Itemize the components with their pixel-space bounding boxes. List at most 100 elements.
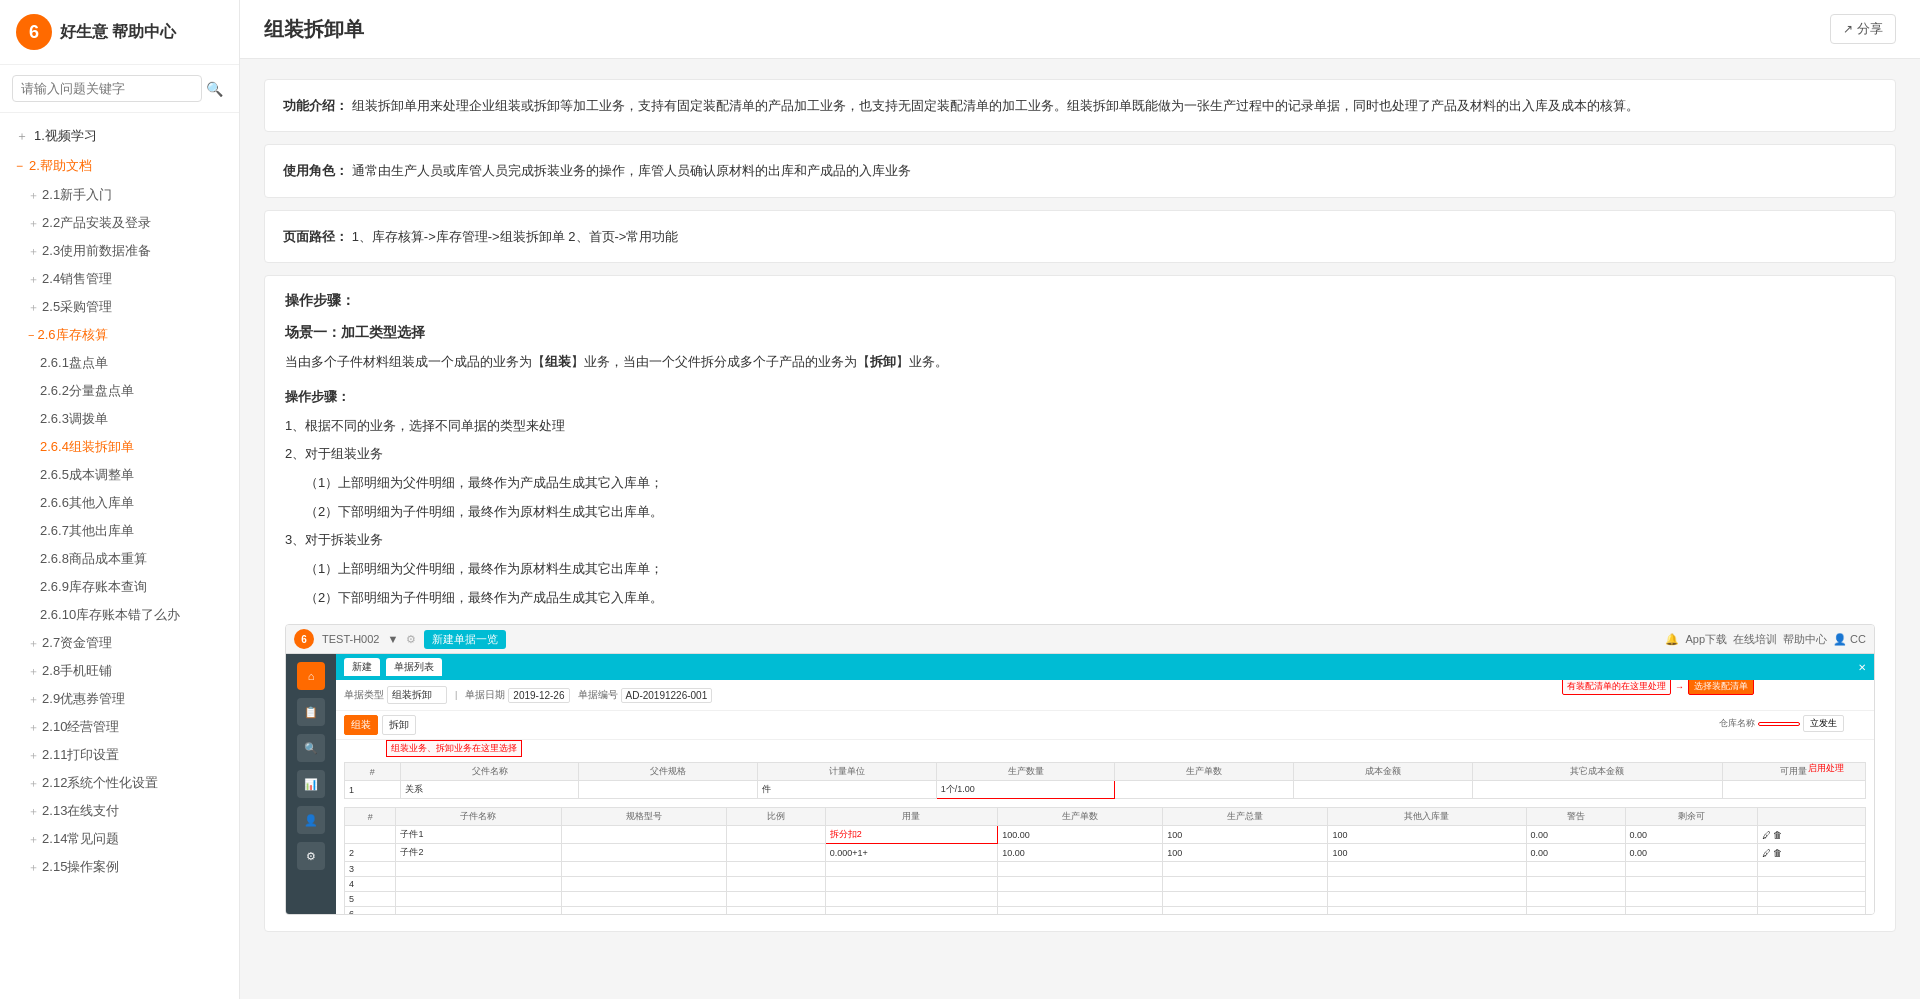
step3-sub1: （1）上部明细为父件明细，最终作为原材料生成其它出库单； （2）下部明细为子件明… [285,557,1875,610]
table-row: 1 关系 件 1个/1.00 [345,781,1866,799]
nav-sub-sub-list-inventory: 2.6.1盘点单 2.6.2分量盘点单 2.6.3调拨单 2.6.4组装拆卸单 … [0,349,239,629]
sidebar-item-dataprep[interactable]: ＋ 2.3使用前数据准备 [0,237,239,265]
sc-new-btn[interactable]: 新建单据一览 [424,630,506,649]
step1: 1、根据不同的业务，选择不同单据的类型来处理 [285,414,1875,439]
sidebar-item-268[interactable]: 2.6.8商品成本重算 [0,545,239,573]
plus-icon-small5: ＋ [28,301,42,313]
sidebar-item-2610[interactable]: 2.6.10库存账本错了么办 [0,601,239,629]
sc-confirm-btn[interactable]: 立发生 [1803,715,1844,732]
topbar: 组装拆卸单 ↗ 分享 [240,0,1920,59]
main-area: 组装拆卸单 ↗ 分享 功能介绍： 组装拆卸单用来处理企业组装或拆卸等加工业务，支… [240,0,1920,999]
sc-type-value: 组装拆卸 [387,686,447,704]
step2: 2、对于组装业务 [285,442,1875,467]
plus-icon-small4: ＋ [28,273,42,285]
sc-warehouse-input[interactable] [1758,722,1800,726]
sc-form-row1: 单据类型 组装拆卸 | 单据日期 2019-12-26 单据编号 [336,680,1874,711]
sc-sidebar-icon-user: 👤 [297,806,325,834]
sc-logo: 6 [294,629,314,649]
sidebar-item-video[interactable]: ＋ 1.视频学习 [0,121,239,151]
sidebar-item-267[interactable]: 2.6.7其他出库单 [0,517,239,545]
sidebar-item-mobile[interactable]: ＋ 2.8手机旺铺 [0,657,239,685]
table-row: 2 子件2 0.000+1+ 10.00 100 100 [345,844,1866,862]
path-text: 1、库存核算->库存管理->组装拆卸单 2、首页->常用功能 [352,229,679,244]
sc-bom-btn[interactable]: 选择装配清单 [1688,680,1754,695]
sidebar: 6 好生意 帮助中心 🔍 ＋ 1.视频学习 − 2.帮助文档 ＋ 2.1新手入门… [0,0,240,999]
sidebar-item-faq[interactable]: ＋ 2.14常见问题 [0,825,239,853]
table-row: 3 [345,862,1866,877]
sidebar-item-pay[interactable]: ＋ 2.13在线支付 [0,797,239,825]
plus-icon: ＋ [16,128,28,145]
sc-type-row: 组装 拆卸 组装业务、拆卸业务在这里选择 [336,711,1874,740]
sc-tab-list[interactable]: 单据列表 [386,658,442,676]
share-button[interactable]: ↗ 分享 [1830,14,1896,44]
logo-area: 6 好生意 帮助中心 [0,0,239,65]
sidebar-item-docs-label: 2.帮助文档 [29,157,92,175]
sidebar-item-cases[interactable]: ＋ 2.15操作案例 [0,853,239,881]
sc-sidebar-icon-doc: 📋 [297,698,325,726]
sidebar-item-install[interactable]: ＋ 2.2产品安装及登录 [0,209,239,237]
sidebar-item-video-label: 1.视频学习 [34,127,97,145]
plus-icon-small2: ＋ [28,217,42,229]
sc-icons: 🔔 App下载 在线培训 帮助中心 👤 CC [1665,632,1866,647]
role-text: 通常由生产人员或库管人员完成拆装业务的操作，库管人员确认原材料的出库和产成品的入… [352,163,911,178]
sc-upper-table: # 父件名称 父件规格 计量单位 生产数量 生产单数 成本金额 其它成本金额 [344,762,1866,799]
ops-title: 操作步骤： [285,292,1875,310]
sc-date-value: 2019-12-26 [508,688,569,703]
nav-sub-list-docs: ＋ 2.1新手入门 ＋ 2.2产品安装及登录 ＋ 2.3使用前数据准备 ＋ 2.… [0,181,239,881]
page-title: 组装拆卸单 [264,16,364,43]
sc-type-btn-assemble[interactable]: 组装 [344,715,378,735]
path-label: 页面路径： [283,229,348,244]
scenario1-desc: 当由多个子件材料组装成一个成品的业务为【组装】业务，当由一个父件拆分成多个子产品… [285,350,1875,375]
sidebar-item-purchase[interactable]: ＋ 2.5采购管理 [0,293,239,321]
sc-tab-new[interactable]: 新建 [344,658,380,676]
sidebar-item-264[interactable]: 2.6.4组装拆卸单 [0,433,239,461]
sidebar-item-262[interactable]: 2.6.2分量盘点单 [0,377,239,405]
sc-field-billno: 单据编号 AD-20191226-001 [578,688,713,703]
sc-type-label: 单据类型 [344,688,384,702]
intro-text: 组装拆卸单用来处理企业组装或拆卸等加工业务，支持有固定装配清单的产品加工业务，也… [352,98,1639,113]
sc-topbar: 6 TEST-H002 ▼ ⚙ 新建单据一览 🔔 App下载 在线培训 帮助中心… [286,625,1874,654]
nav-list: ＋ 1.视频学习 − 2.帮助文档 ＋ 2.1新手入门 ＋ 2.2产品安装及登录… [0,113,239,999]
sidebar-item-sales[interactable]: ＋ 2.4销售管理 [0,265,239,293]
search-button[interactable]: 🔍 [202,77,227,101]
sidebar-item-266[interactable]: 2.6.6其他入库单 [0,489,239,517]
sc-type-btn-disassemble[interactable]: 拆卸 [382,715,416,735]
sidebar-item-newcomer[interactable]: ＋ 2.1新手入门 [0,181,239,209]
sidebar-item-ops[interactable]: ＋ 2.10经营管理 [0,713,239,741]
path-block: 页面路径： 1、库存核算->库存管理->组装拆卸单 2、首页->常用功能 [264,210,1896,263]
annotation-bom-text: 有装配清单的在这里处理 [1562,680,1671,695]
sc-field-date: 单据日期 2019-12-26 [465,688,569,703]
sc-left-sidebar: ⌂ 📋 🔍 📊 👤 ⚙ [286,654,336,914]
annotation-bom: 有装配清单的在这里处理 → 选择装配清单 [1562,680,1754,695]
search-input[interactable] [12,75,202,102]
role-block: 使用角色： 通常由生产人员或库管人员完成拆装业务的操作，库管人员确认原材料的出库… [264,144,1896,197]
sidebar-item-customize[interactable]: ＋ 2.12系统个性化设置 [0,769,239,797]
sc-field-type: 单据类型 组装拆卸 [344,686,447,704]
sc-lower-table-area: # 子件名称 规格型号 比例 用量 生产单数 生产总量 其他入库量 [336,803,1874,914]
share-icon: ↗ [1843,22,1853,36]
sidebar-item-265[interactable]: 2.6.5成本调整单 [0,461,239,489]
annotation-enable: 启用处理 [1808,762,1844,775]
role-label: 使用角色： [283,163,348,178]
sc-body: ⌂ 📋 🔍 📊 👤 ⚙ 新建 [286,654,1874,914]
app-logo: 6 [16,14,52,50]
sc-sidebar-icon-chart: 📊 [297,770,325,798]
sidebar-item-fund[interactable]: ＋ 2.7资金管理 [0,629,239,657]
sidebar-item-coupon[interactable]: ＋ 2.9优惠券管理 [0,685,239,713]
sidebar-item-inventory[interactable]: − 2.6库存核算 [0,321,239,349]
sidebar-item-263[interactable]: 2.6.3调拨单 [0,405,239,433]
intro-block: 功能介绍： 组装拆卸单用来处理企业组装或拆卸等加工业务，支持有固定装配清单的产品… [264,79,1896,132]
ops-block: 操作步骤： 场景一：加工类型选择 当由多个子件材料组装成一个成品的业务为【组装】… [264,275,1896,932]
intro-label: 功能介绍： [283,98,348,113]
sc-test-id: TEST-H002 [322,633,379,645]
sidebar-item-print[interactable]: ＋ 2.11打印设置 [0,741,239,769]
sidebar-item-269[interactable]: 2.6.9库存账本查询 [0,573,239,601]
plus-icon-small: ＋ [28,189,42,201]
sidebar-item-261[interactable]: 2.6.1盘点单 [0,349,239,377]
sc-upper-table-area: # 父件名称 父件规格 计量单位 生产数量 生产单数 成本金额 其它成本金额 [336,740,1874,803]
sc-sidebar-icon-search: 🔍 [297,734,325,762]
sidebar-item-docs[interactable]: − 2.帮助文档 [0,151,239,181]
search-area: 🔍 [0,65,239,113]
sc-billno-value: AD-20191226-001 [621,688,713,703]
sc-content-topbar: 新建 单据列表 ✕ [336,654,1874,680]
